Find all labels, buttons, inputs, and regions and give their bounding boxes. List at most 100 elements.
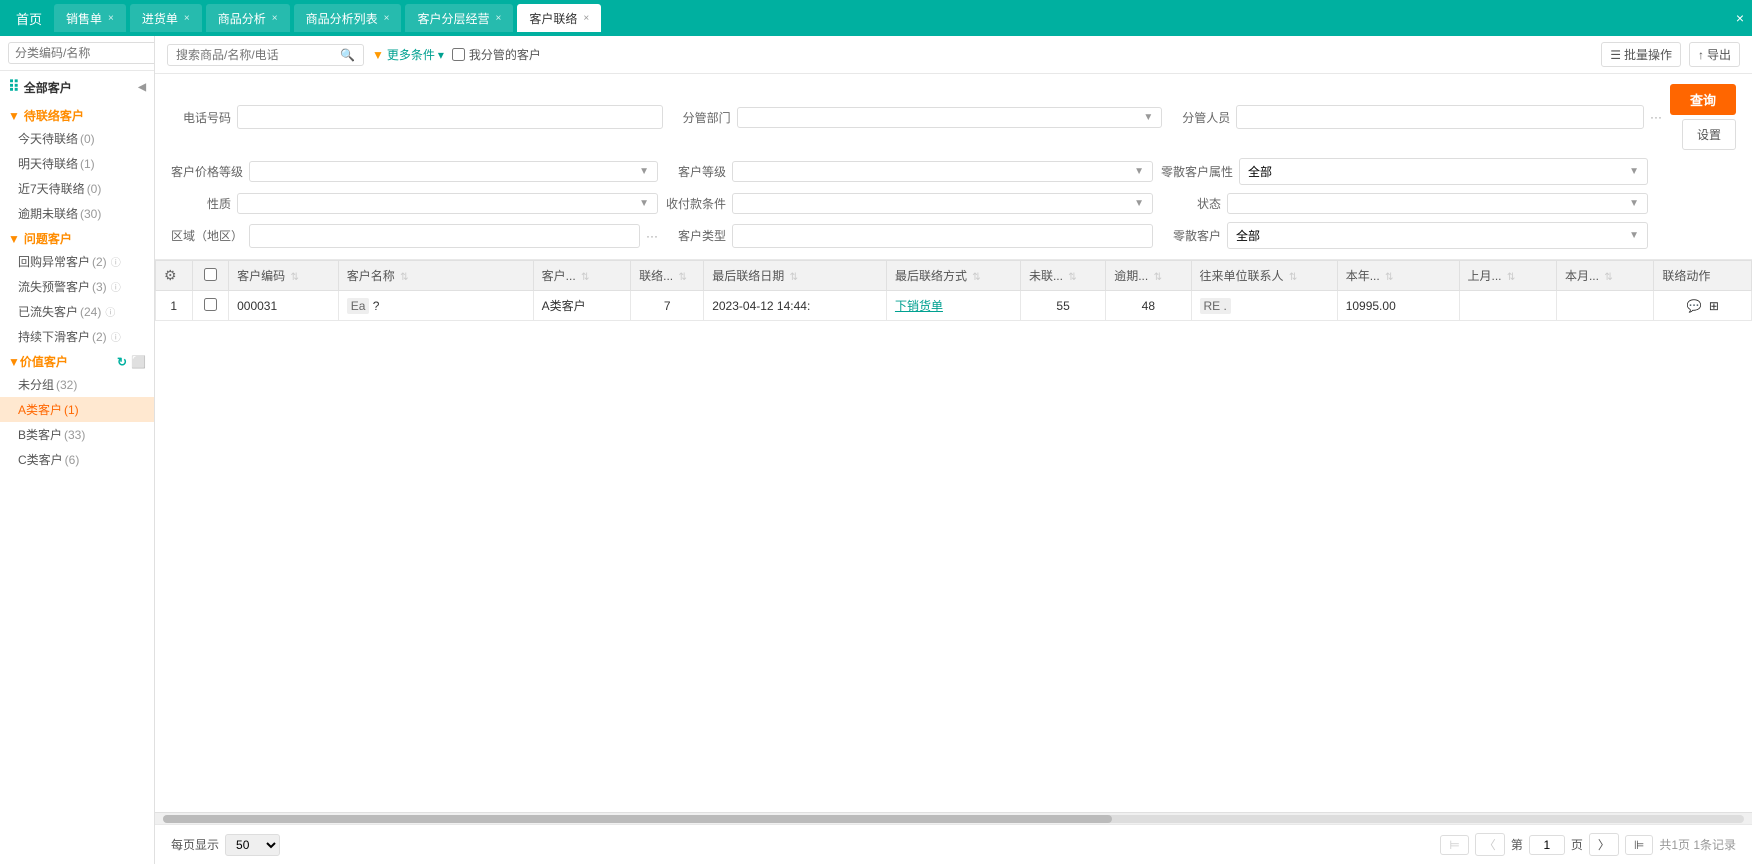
nav-tab-sales-close[interactable]: × (108, 13, 114, 24)
nav-tab-analysis[interactable]: 商品分析 × (206, 4, 290, 32)
btn-setting[interactable]: 设置 (1682, 119, 1736, 150)
th-no-contact: 未联... ⇅ (1020, 261, 1105, 291)
filter-nature-field: 性质 ▼ (171, 193, 658, 214)
nav-tab-purchase[interactable]: 进货单 × (130, 4, 202, 32)
filter-price-level-select[interactable]: ▼ (249, 161, 658, 182)
last-page-btn[interactable]: ⊫ (1625, 835, 1653, 855)
sidebar-item-today[interactable]: 今天待联络 (0) (0, 126, 154, 151)
th-code-sort[interactable]: ⇅ (290, 272, 298, 283)
filter-retail-prop-select[interactable]: 全部 ▼ (1239, 158, 1648, 185)
filter-cust-level-select[interactable]: ▼ (732, 161, 1153, 182)
scrollbar-track (163, 815, 1744, 823)
filter-cust-type-input[interactable] (732, 224, 1153, 248)
filter-retail-cust-select[interactable]: 全部 ▼ (1227, 222, 1648, 249)
nav-tab-analysis-list[interactable]: 商品分析列表 × (294, 4, 402, 32)
th-last-date-label: 最后联络日期 (712, 269, 784, 283)
filter-status-select[interactable]: ▼ (1227, 193, 1648, 214)
sidebar-pending-arrow: ▼ (8, 109, 20, 123)
filter-phone-input[interactable] (237, 105, 663, 129)
filter-price-level-arrow: ▼ (639, 166, 649, 177)
filter-area-input[interactable] (249, 224, 640, 248)
sidebar-item-overdue[interactable]: 逾期未联络 (30) (0, 201, 154, 226)
nav-tab-analysis-close[interactable]: × (272, 13, 278, 24)
filter-dept-select[interactable]: ▼ (737, 107, 1163, 128)
filter-my-checkbox[interactable] (452, 48, 465, 61)
table-gear-icon[interactable]: ⚙ (164, 267, 177, 283)
sidebar-all-customers[interactable]: ⠿ 全部客户 ◀ (0, 71, 154, 103)
nav-home[interactable]: 首页 (8, 9, 50, 28)
filter-search-input[interactable] (176, 48, 336, 62)
btn-query[interactable]: 查询 (1670, 84, 1736, 115)
nav-tab-purchase-close[interactable]: × (184, 13, 190, 24)
sidebar-problem-group[interactable]: ▼ 问题客户 (0, 226, 154, 249)
th-last-date-sort[interactable]: ⇅ (790, 272, 798, 283)
nav-tab-customer-contact-close[interactable]: × (583, 13, 589, 24)
sidebar-item-abnormal-label: 回购异常客户 (18, 253, 90, 270)
sidebar-item-class-a[interactable]: A类客户 (1) (0, 397, 154, 422)
nav-tab-sales-label: 销售单 (66, 10, 102, 27)
nav-tab-analysis-list-close[interactable]: × (384, 13, 390, 24)
th-contact-sort[interactable]: ⇅ (678, 272, 686, 283)
filter-area-dots[interactable]: ··· (646, 229, 658, 243)
nav-tab-customer-contact[interactable]: 客户联络 × (517, 4, 601, 32)
page-size-select[interactable]: 50 100 200 (225, 834, 280, 856)
horizontal-scrollbar[interactable] (155, 812, 1752, 824)
filter-pay-cond-select[interactable]: ▼ (732, 193, 1153, 214)
prev-page-btn[interactable]: 〈 (1475, 833, 1505, 856)
sidebar-value-refresh-icon[interactable]: ↻ (117, 355, 127, 369)
sidebar-item-churn-warn[interactable]: 流失预警客户 (3) ⓘ (0, 274, 154, 299)
sidebar-value-arrow[interactable]: ▼ (8, 355, 20, 369)
filter-status-label: 状态 (1161, 195, 1221, 212)
action-chat-icon[interactable]: 💬 (1687, 299, 1702, 313)
sidebar-item-unclassified[interactable]: 未分组 (32) (0, 372, 154, 397)
filter-nature-select[interactable]: ▼ (237, 193, 658, 214)
filter-manager-dots[interactable]: ··· (1650, 110, 1662, 124)
sidebar-item-7days[interactable]: 近7天待联络 (0) (0, 176, 154, 201)
th-no-contact-sort[interactable]: ⇅ (1068, 272, 1076, 283)
th-last-month-sort[interactable]: ⇅ (1507, 272, 1515, 283)
sidebar-value-group: ▼ 价值客户 ↻ ⬜ (0, 349, 154, 372)
th-this-year-sort[interactable]: ⇅ (1385, 272, 1393, 283)
th-overdue-sort[interactable]: ⇅ (1154, 272, 1162, 283)
sidebar-item-class-b[interactable]: B类客户 (33) (0, 422, 154, 447)
nav-tab-customer-tier[interactable]: 客户分层经营 × (405, 4, 513, 32)
sidebar-item-declining[interactable]: 持续下滑客户 (2) ⓘ (0, 324, 154, 349)
btn-batch-op[interactable]: ☰ 批量操作 (1601, 42, 1681, 67)
nav-tab-customer-tier-close[interactable]: × (495, 13, 501, 24)
page-num-input[interactable] (1529, 835, 1565, 855)
sidebar-item-abnormal[interactable]: 回购异常客户 (2) ⓘ (0, 249, 154, 274)
filter-dept-field: 分管部门 ▼ (671, 107, 1163, 128)
nav-tab-sales[interactable]: 销售单 × (54, 4, 126, 32)
filter-panel: 电话号码 分管部门 ▼ 分管人员 ··· 查询 设置 (155, 74, 1752, 260)
sidebar-value-settings-icon[interactable]: ⬜ (131, 355, 146, 369)
th-checkbox (192, 261, 229, 291)
filter-search-icon[interactable]: 🔍 (340, 48, 355, 62)
select-all-checkbox[interactable] (204, 268, 217, 281)
filter-retail-prop-value: 全部 (1248, 163, 1272, 180)
nav-close-all[interactable]: × (1736, 10, 1744, 26)
btn-export[interactable]: ↑ 导出 (1689, 42, 1740, 67)
sidebar-item-class-c[interactable]: C类客户 (6) (0, 447, 154, 472)
row-checkbox[interactable] (204, 298, 217, 311)
sidebar-pending-group[interactable]: ▼ 待联络客户 (0, 103, 154, 126)
scrollbar-thumb[interactable] (163, 815, 1112, 823)
th-unit-contact-sort[interactable]: ⇅ (1289, 272, 1297, 283)
action-qr-icon[interactable]: ⊞ (1709, 299, 1719, 313)
th-last-method-sort[interactable]: ⇅ (972, 272, 980, 283)
th-name-sort[interactable]: ⇅ (400, 272, 408, 283)
sidebar-search-input[interactable] (8, 42, 155, 64)
sidebar: 🔍 ⠿ 全部客户 ◀ ▼ 待联络客户 今天待联络 (0) 明天待联络 (1) 近… (0, 36, 155, 864)
filter-manager-input[interactable] (1236, 105, 1644, 129)
sidebar-item-churned[interactable]: 已流失客户 (24) ⓘ (0, 299, 154, 324)
filter-more-btn[interactable]: ▼ 更多条件 ▾ (372, 46, 444, 63)
td-last-method-link[interactable]: 下销货单 (895, 299, 943, 313)
sidebar-item-tomorrow[interactable]: 明天待联络 (1) (0, 151, 154, 176)
sidebar-item-churn-warn-label: 流失预警客户 (18, 278, 90, 295)
first-page-btn[interactable]: ⊨ (1440, 835, 1468, 855)
th-this-month-sort[interactable]: ⇅ (1604, 272, 1612, 283)
th-type: 客户... ⇅ (533, 261, 630, 291)
sidebar-collapse-icon[interactable]: ◀ (138, 82, 146, 93)
next-page-btn[interactable]: 〉 (1589, 833, 1619, 856)
filter-my-customers[interactable]: 我分管的客户 (452, 46, 541, 63)
th-type-sort[interactable]: ⇅ (581, 272, 589, 283)
